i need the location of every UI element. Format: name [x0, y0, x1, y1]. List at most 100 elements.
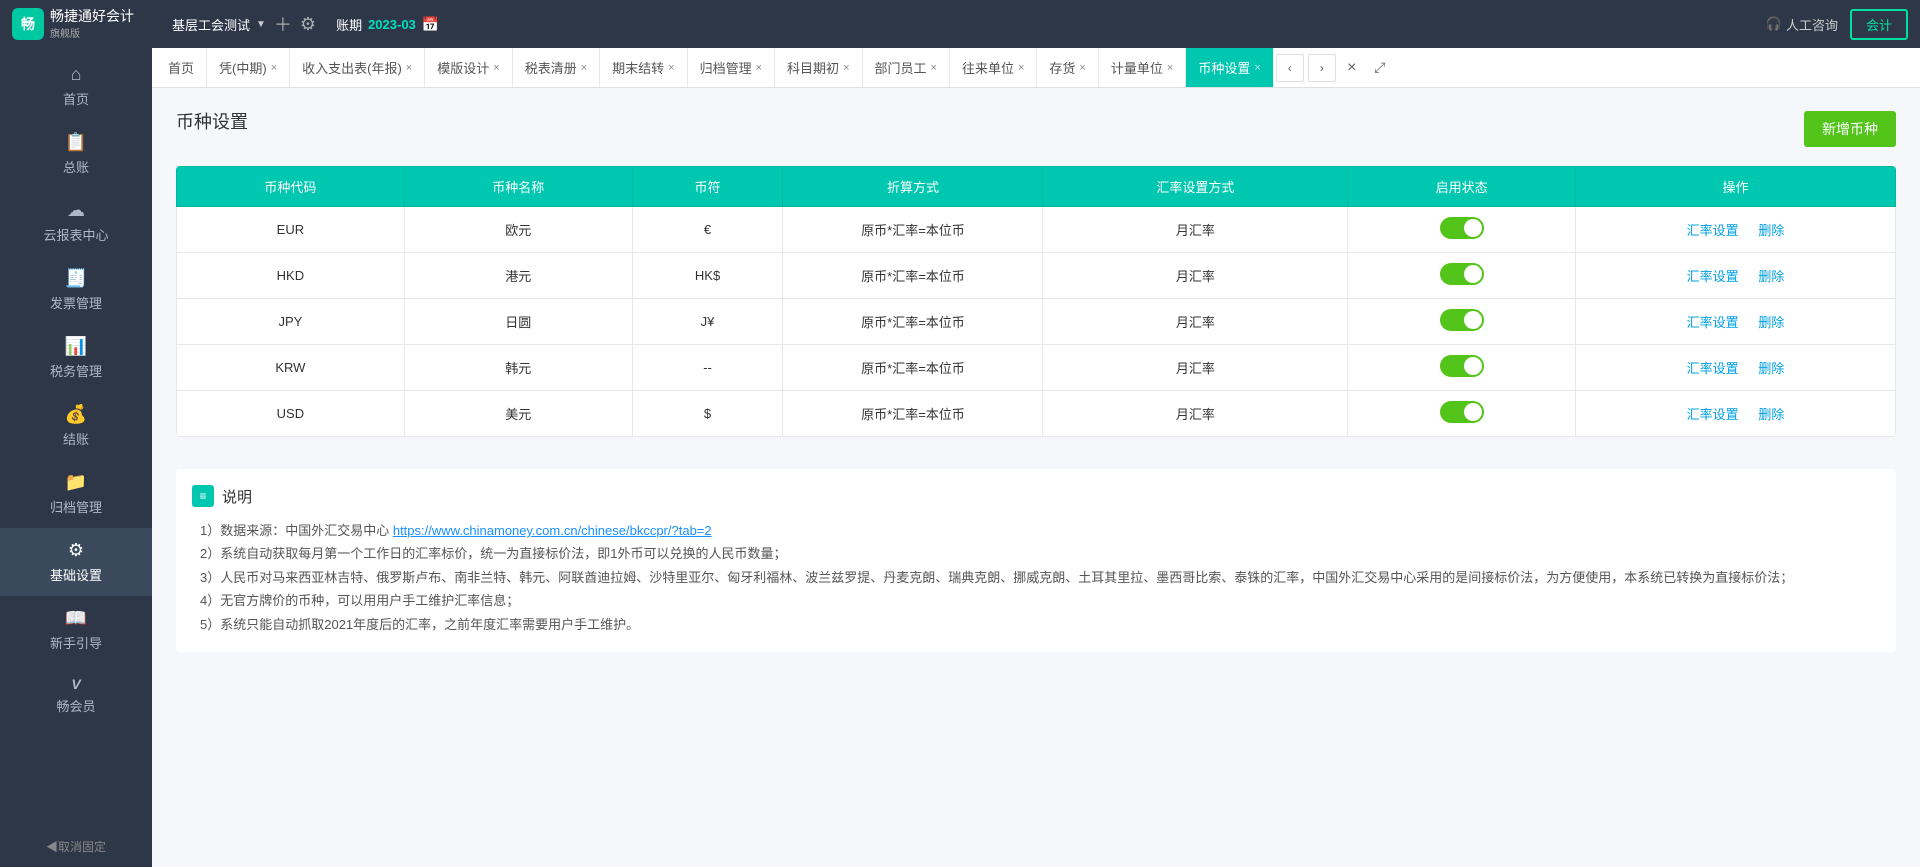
support-button[interactable]: 🎧 人工咨询 — [1766, 15, 1838, 34]
tax-icon: 📊 — [65, 336, 87, 357]
sidebar-item-home[interactable]: ⌂ 首页 — [0, 52, 152, 120]
tab-partners[interactable]: 往来单位 × — [950, 48, 1037, 87]
tab-subjects[interactable]: 科目期初 × — [775, 48, 862, 87]
tab-template[interactable]: 模版设计 × — [425, 48, 512, 87]
rate-settings-link[interactable]: 汇率设置 — [1687, 361, 1739, 376]
notice-list: 1）数据来源：中国外汇交易中心 https://www.chinamoney.c… — [192, 519, 1880, 636]
rate-settings-link[interactable]: 汇率设置 — [1687, 223, 1739, 238]
sidebar-label-ledger: 总账 — [63, 157, 89, 176]
notice-item: 1）数据来源：中国外汇交易中心 https://www.chinamoney.c… — [192, 519, 1880, 542]
table-row: JPY 日圆 J¥ 原币*汇率=本位币 月汇率 汇率设置 删除 — [177, 299, 1896, 345]
rate-settings-link[interactable]: 汇率设置 — [1687, 315, 1739, 330]
col-code: 币种代码 — [177, 167, 405, 207]
delete-link[interactable]: 删除 — [1758, 269, 1784, 284]
settlement-icon: 💰 — [65, 404, 87, 425]
tab-close-currency[interactable]: × — [1254, 62, 1260, 74]
tab-next-button[interactable]: › — [1308, 54, 1336, 82]
sidebar-item-settings[interactable]: ⚙ 基础设置 — [0, 528, 152, 596]
sidebar-item-guide[interactable]: 📖 新手引导 — [0, 596, 152, 664]
gear-icon: ⚙ — [68, 540, 84, 561]
tab-close-subjects[interactable]: × — [843, 62, 849, 74]
status-toggle[interactable] — [1440, 263, 1484, 285]
status-toggle[interactable] — [1440, 309, 1484, 331]
sidebar: ⌂ 首页 📋 总账 ☁ 云报表中心 🧾 发票管理 📊 税务管理 💰 结账 📁 归… — [0, 48, 152, 867]
cell-code: JPY — [177, 299, 405, 345]
cell-code: EUR — [177, 207, 405, 253]
company-dropdown-icon[interactable]: ▼ — [256, 19, 266, 30]
page-title: 币种设置 — [176, 108, 248, 134]
cell-calc: 原币*汇率=本位币 — [783, 207, 1043, 253]
status-toggle[interactable] — [1440, 217, 1484, 239]
delete-link[interactable]: 删除 — [1758, 407, 1784, 422]
calendar-icon[interactable]: 📅 — [422, 16, 439, 33]
tab-unit[interactable]: 计量单位 × — [1099, 48, 1186, 87]
tab-close-archive[interactable]: × — [756, 62, 762, 74]
cell-status — [1348, 391, 1576, 437]
tab-close-dept[interactable]: × — [931, 62, 937, 74]
col-symbol: 币符 — [632, 167, 783, 207]
tab-close-all-button[interactable]: × — [1338, 54, 1366, 82]
delete-link[interactable]: 删除 — [1758, 315, 1784, 330]
new-currency-button[interactable]: 新增币种 — [1804, 111, 1896, 147]
cell-symbol: $ — [632, 391, 783, 437]
col-calc: 折算方式 — [783, 167, 1043, 207]
company-selector[interactable]: 基层工会测试 ▼ — [172, 15, 266, 34]
cell-symbol: HK$ — [632, 253, 783, 299]
rate-settings-link[interactable]: 汇率设置 — [1687, 407, 1739, 422]
status-toggle[interactable] — [1440, 401, 1484, 423]
rate-settings-link[interactable]: 汇率设置 — [1687, 269, 1739, 284]
cell-name: 日圆 — [404, 299, 632, 345]
cell-actions: 汇率设置 删除 — [1576, 207, 1896, 253]
tab-periodclose[interactable]: 期末结转 × — [600, 48, 687, 87]
tab-income[interactable]: 收入支出表(年报) × — [290, 48, 425, 87]
cell-code: HKD — [177, 253, 405, 299]
sidebar-item-member[interactable]: V 畅会员 — [0, 664, 152, 727]
col-status: 启用状态 — [1348, 167, 1576, 207]
cell-name: 韩元 — [404, 345, 632, 391]
company-actions: ＋ ⚙ — [274, 11, 316, 37]
tab-close-taxclear[interactable]: × — [581, 62, 587, 74]
tab-close-voucher[interactable]: × — [271, 62, 277, 74]
main-layout: ⌂ 首页 📋 总账 ☁ 云报表中心 🧾 发票管理 📊 税务管理 💰 结账 📁 归… — [0, 48, 1920, 867]
tab-taxclear[interactable]: 税表清册 × — [513, 48, 600, 87]
account-button[interactable]: 会计 — [1850, 9, 1908, 40]
notice-link[interactable]: https://www.chinamoney.com.cn/chinese/bk… — [393, 523, 712, 538]
sidebar-item-ledger[interactable]: 📋 总账 — [0, 120, 152, 188]
table-row: KRW 韩元 -- 原币*汇率=本位币 月汇率 汇率设置 删除 — [177, 345, 1896, 391]
tab-close-periodclose[interactable]: × — [668, 62, 674, 74]
status-toggle[interactable] — [1440, 355, 1484, 377]
sidebar-item-settlement[interactable]: 💰 结账 — [0, 392, 152, 460]
tab-home[interactable]: 首页 — [156, 48, 207, 87]
sidebar-label-settings: 基础设置 — [50, 565, 102, 584]
sidebar-item-reports[interactable]: ☁ 云报表中心 — [0, 188, 152, 256]
tab-inventory[interactable]: 存货 × — [1037, 48, 1098, 87]
delete-link[interactable]: 删除 — [1758, 223, 1784, 238]
tab-prev-button[interactable]: ‹ — [1276, 54, 1304, 82]
tab-close-partners[interactable]: × — [1018, 62, 1024, 74]
tab-currency[interactable]: 币种设置 × — [1186, 48, 1273, 87]
table-row: EUR 欧元 € 原币*汇率=本位币 月汇率 汇率设置 删除 — [177, 207, 1896, 253]
tab-close-unit[interactable]: × — [1167, 62, 1173, 74]
cell-actions: 汇率设置 删除 — [1576, 391, 1896, 437]
sidebar-item-archive[interactable]: 📁 归档管理 — [0, 460, 152, 528]
add-company-icon[interactable]: ＋ — [274, 11, 292, 37]
cell-rate-method: 月汇率 — [1043, 345, 1348, 391]
cell-status — [1348, 207, 1576, 253]
settings-icon[interactable]: ⚙ — [300, 14, 316, 35]
top-right: 🎧 人工咨询 会计 — [1766, 9, 1908, 40]
sidebar-item-invoice[interactable]: 🧾 发票管理 — [0, 256, 152, 324]
sidebar-item-tax[interactable]: 📊 税务管理 — [0, 324, 152, 392]
notice-title: ≡ 说明 — [192, 485, 1880, 507]
tab-expand-button[interactable]: ⤢ — [1366, 54, 1394, 82]
tab-close-inventory[interactable]: × — [1079, 62, 1085, 74]
tab-close-income[interactable]: × — [406, 62, 412, 74]
sidebar-label-member: 畅会员 — [56, 696, 95, 715]
delete-link[interactable]: 删除 — [1758, 361, 1784, 376]
tab-dept[interactable]: 部门员工 × — [863, 48, 950, 87]
tab-archive[interactable]: 归档管理 × — [688, 48, 775, 87]
company-name: 基层工会测试 — [172, 15, 250, 34]
tab-voucher[interactable]: 凭(中期) × — [207, 48, 290, 87]
sidebar-pin[interactable]: ◀取消固定 — [0, 826, 152, 867]
tab-close-template[interactable]: × — [493, 62, 499, 74]
top-bar: 畅 畅捷通好会计 旗舰版 基层工会测试 ▼ ＋ ⚙ 账期 2023-03 📅 🎧… — [0, 0, 1920, 48]
